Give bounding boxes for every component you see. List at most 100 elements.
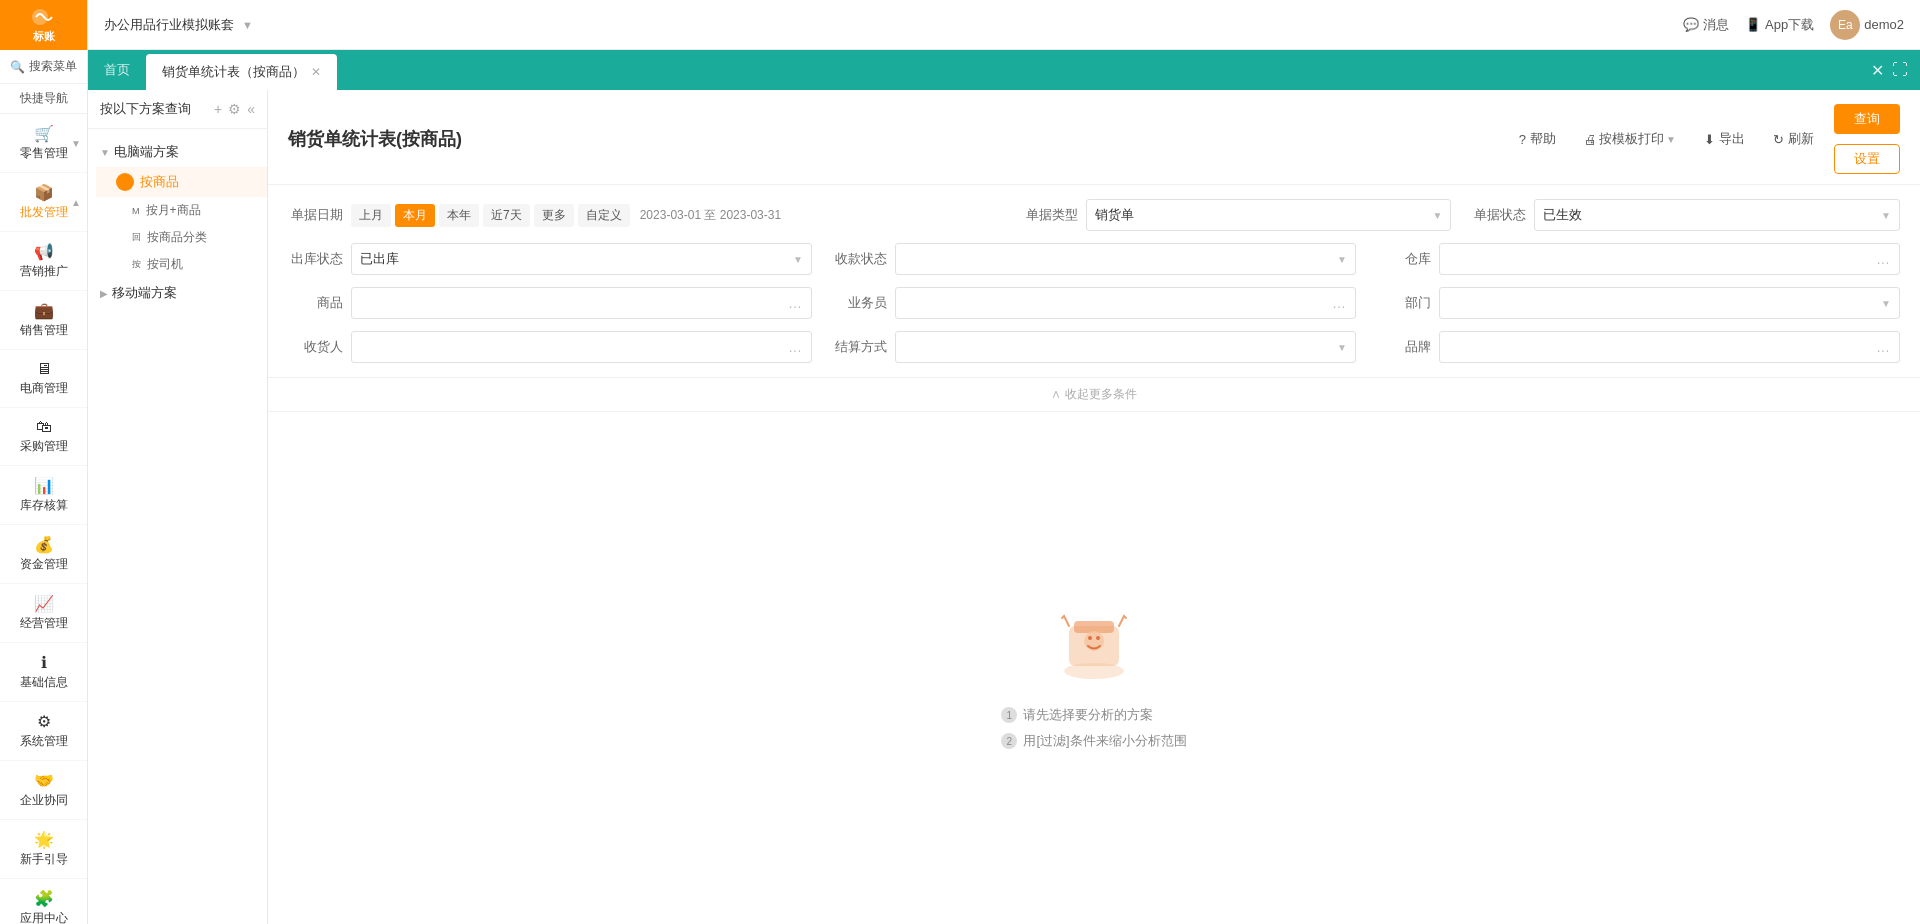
receiver-input[interactable]: … [351,331,812,363]
tree-subnode-driver[interactable]: 按 按司机 [104,251,267,278]
filter-field-receiver: 收货人 … [288,331,812,363]
tab-fullscreen-button[interactable]: ⛶ [1892,61,1908,79]
filter-field-doc-status: 单据状态 已生效 ▼ [1471,199,1900,231]
tip-num-1: 1 [1001,707,1017,723]
tree-subnode-month-product[interactable]: M 按月+商品 [104,197,267,224]
retail-expand-arrow: ▼ [71,138,81,149]
tree-group-mobile-title[interactable]: ▶ 移动端方案 [88,278,267,308]
date-tab-more[interactable]: 更多 [534,204,574,227]
print-dropdown-arrow[interactable]: ▼ [1666,134,1676,145]
tip-text-1: 请先选择要分析的方案 [1023,706,1153,724]
date-tabs: 上月 本月 本年 近7天 更多 自定义 [351,204,630,227]
query-button[interactable]: 查询 [1834,104,1900,134]
brand-input[interactable]: … [1439,331,1900,363]
left-panel: 按以下方案查询 + ⚙ « ▼ 电脑端方案 按商品 [88,90,268,924]
tab-report-close[interactable]: ✕ [311,65,321,79]
salesperson-dots: … [1332,295,1347,311]
sidebar-item-inventory[interactable]: 📊 库存核算 [0,466,87,525]
date-tab-this-month[interactable]: 本月 [395,204,435,227]
operations-icon: 📈 [34,594,54,613]
message-button[interactable]: 💬 消息 [1683,16,1729,34]
refresh-button[interactable]: ↻ 刷新 [1765,126,1822,152]
filter-row-2: 出库状态 已出库 ▼ 收款状态 ▼ 仓库 [288,243,1900,275]
goods-input[interactable]: … [351,287,812,319]
breadcrumb[interactable]: 办公用品行业模拟账套 ▼ [104,16,253,34]
collapse-bar[interactable]: ∧ 收起更多条件 [268,378,1920,412]
filter-field-collection: 收款状态 ▼ [832,243,1356,275]
help-button[interactable]: ? 帮助 [1511,126,1564,152]
download-icon: 📱 [1745,17,1761,32]
sidebar-item-system[interactable]: ⚙ 系统管理 [0,702,87,761]
date-label: 单据日期 [288,206,343,224]
sales-icon: 💼 [34,301,54,320]
date-tab-last-month[interactable]: 上月 [351,204,391,227]
sidebar-item-marketing[interactable]: 📢 营销推广 [0,232,87,291]
brand-dots: … [1876,339,1891,355]
page-actions: ? 帮助 🖨 按模板打印 ▼ ⬇ 导出 ↻ 刷新 [1511,104,1900,174]
salesperson-input[interactable]: … [895,287,1356,319]
tab-report[interactable]: 销货单统计表（按商品） ✕ [146,54,337,90]
system-icon: ⚙ [37,712,51,731]
help-label: 帮助 [1530,130,1556,148]
tree-group-desktop-title[interactable]: ▼ 电脑端方案 [88,137,267,167]
sidebar-item-ecommerce[interactable]: 🖥 电商管理 [0,350,87,408]
sidebar-item-purchase[interactable]: 🛍 采购管理 [0,408,87,466]
page-body: 按以下方案查询 + ⚙ « ▼ 电脑端方案 按商品 [88,90,1920,924]
sidebar-item-finance[interactable]: 💰 资金管理 [0,525,87,584]
doc-type-input[interactable]: 销货单 ▼ [1086,199,1452,231]
page-title-bar: 销货单统计表(按商品) ? 帮助 🖨 按模板打印 ▼ ⬇ 导出 [268,90,1920,185]
goods-label: 商品 [288,294,343,312]
filter-field-brand: 品牌 … [1376,331,1900,363]
tab-home[interactable]: 首页 [88,50,146,90]
filter-field-settlement: 结算方式 ▼ [832,331,1356,363]
svg-point-5 [1088,636,1092,640]
help-icon: ? [1519,132,1526,147]
settlement-label: 结算方式 [832,338,887,356]
top-header: 办公用品行业模拟账套 ▼ 💬 消息 📱 App下载 Ea demo2 [88,0,1920,50]
doc-type-label: 单据类型 [1023,206,1078,224]
tree-node-by-product[interactable]: 按商品 [96,167,267,197]
sidebar-item-cooperation[interactable]: 🤝 企业协同 [0,761,87,820]
receiver-label: 收货人 [288,338,343,356]
user-profile-button[interactable]: Ea demo2 [1830,10,1904,40]
date-tab-this-year[interactable]: 本年 [439,204,479,227]
sidebar-item-guide[interactable]: 🌟 新手引导 [0,820,87,879]
settlement-input[interactable]: ▼ [895,331,1356,363]
quick-nav-label: 快捷导航 [20,91,68,105]
scheme-settings-button[interactable]: ⚙ [228,101,241,117]
out-status-input[interactable]: 已出库 ▼ [351,243,812,275]
sidebar-item-sales[interactable]: 💼 销售管理 [0,291,87,350]
filter-row-1: 单据日期 上月 本月 本年 近7天 更多 自定义 2023-03-01 至 20… [288,199,1900,231]
search-icon: 🔍 [10,60,25,74]
sidebar-item-system-label: 系统管理 [20,733,68,750]
print-button[interactable]: 🖨 按模板打印 ▼ [1576,126,1684,152]
app-download-label: App下载 [1765,16,1814,34]
sidebar-item-operations[interactable]: 📈 经营管理 [0,584,87,643]
tree-subnode-product-category[interactable]: 回 按商品分类 [104,224,267,251]
tab-bar: 首页 销货单统计表（按商品） ✕ ✕ ⛶ [88,50,1920,90]
sidebar-item-inventory-label: 库存核算 [20,497,68,514]
tab-close-all-button[interactable]: ✕ [1871,61,1884,80]
collapse-panel-button[interactable]: « [247,101,255,117]
date-tab-custom[interactable]: 自定义 [578,204,630,227]
sidebar-item-basic[interactable]: ℹ 基础信息 [0,643,87,702]
quick-nav-item[interactable]: 快捷导航 [0,84,87,114]
export-button[interactable]: ⬇ 导出 [1696,126,1753,152]
date-tab-7days[interactable]: 近7天 [483,204,530,227]
settings-button[interactable]: 设置 [1834,144,1900,174]
warehouse-input[interactable]: … [1439,243,1900,275]
sidebar-item-retail[interactable]: 🛒 零售管理 ▼ [0,114,87,173]
app-logo[interactable]: 标账 [0,0,87,50]
doc-status-input[interactable]: 已生效 ▼ [1534,199,1900,231]
settlement-arrow: ▼ [1337,342,1347,353]
app-download-button[interactable]: 📱 App下载 [1745,16,1814,34]
collection-input[interactable]: ▼ [895,243,1356,275]
sidebar-item-apps[interactable]: 🧩 应用中心 [0,879,87,924]
message-icon: 💬 [1683,17,1699,32]
brand-label: 品牌 [1376,338,1431,356]
department-input[interactable]: ▼ [1439,287,1900,319]
add-scheme-button[interactable]: + [214,101,222,117]
collection-label: 收款状态 [832,250,887,268]
sidebar-item-wholesale[interactable]: 📦 批发管理 ▲ [0,173,87,232]
search-menu-item[interactable]: 🔍 搜索菜单 [0,50,87,84]
